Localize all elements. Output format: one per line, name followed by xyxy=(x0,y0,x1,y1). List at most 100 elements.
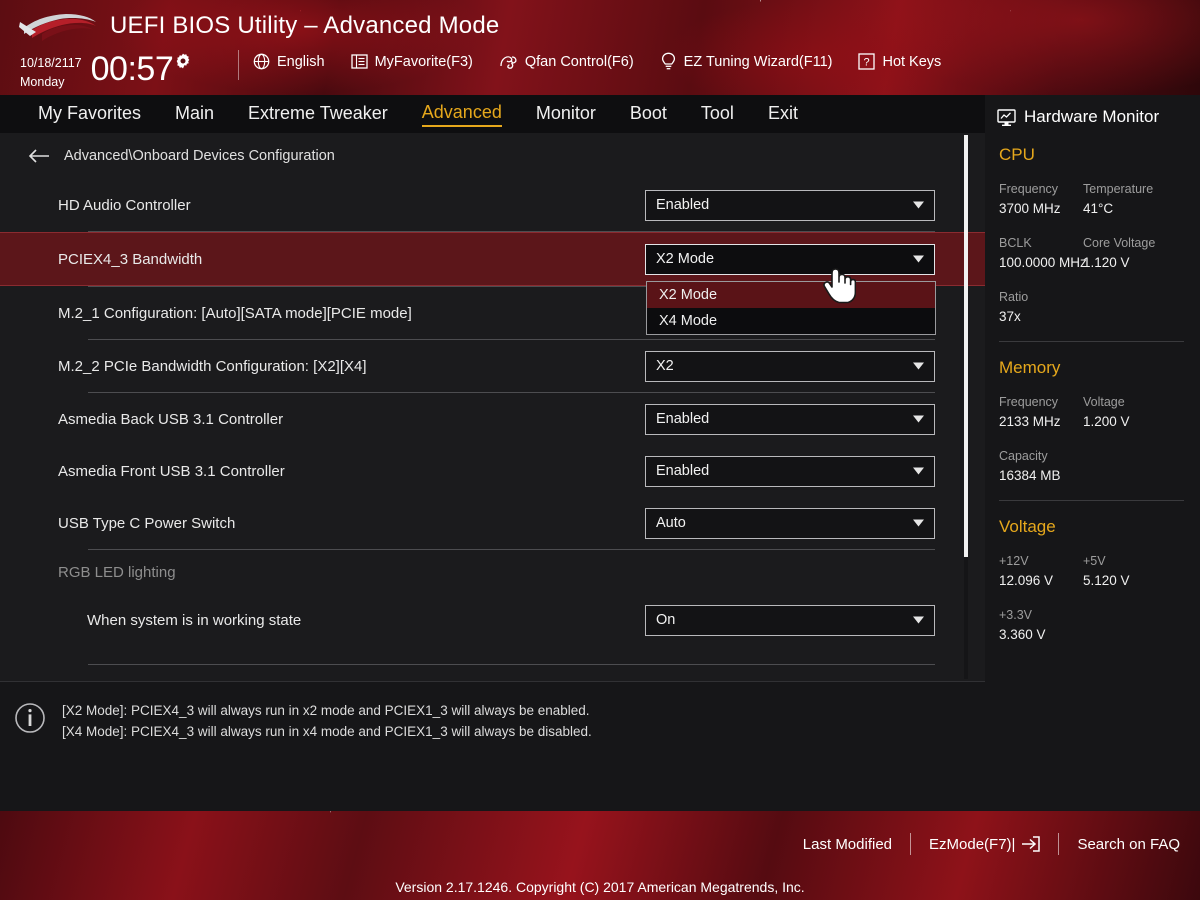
cpu-bclk-value: 100.0000 MHz xyxy=(999,255,1087,270)
tool-eztuning-label: EZ Tuning Wizard(F11) xyxy=(683,53,833,70)
cpu-ratio-label: Ratio xyxy=(999,290,1029,304)
memory-voltage-value: 1.200 V xyxy=(1083,414,1130,429)
tab-my-favorites[interactable]: My Favorites xyxy=(38,103,141,126)
hardware-monitor-panel: Hardware Monitor CPU Frequency 3700 MHz … xyxy=(985,95,1200,811)
last-modified-button[interactable]: Last Modified xyxy=(803,836,892,853)
m2-2-pcie-bandwidth-value: X2 xyxy=(656,358,674,374)
pciex4-3-bandwidth-value: X2 Mode xyxy=(656,251,715,267)
tool-hot-keys[interactable]: ? Hot Keys xyxy=(858,53,941,70)
bios-screen: UEFI BIOS Utility – Advanced Mode 10/18/… xyxy=(0,0,1200,900)
chevron-down-icon xyxy=(913,519,924,527)
pciex4-3-bandwidth-dropdown[interactable]: X2 Mode xyxy=(645,243,935,275)
tab-extreme-tweaker[interactable]: Extreme Tweaker xyxy=(248,103,388,126)
setting-row-asmedia-back-usb: Asmedia Back USB 3.1 Controller Enabled xyxy=(0,393,985,445)
last-modified-label: Last Modified xyxy=(802,835,893,853)
hw-section-voltage-title: Voltage xyxy=(999,517,1056,536)
main-menu-bar: My Favorites Main Extreme Tweaker Advanc… xyxy=(0,95,985,133)
dropdown-option-x2-mode[interactable]: X2 Mode xyxy=(647,282,935,308)
tab-monitor[interactable]: Monitor xyxy=(536,103,596,126)
footer-bar: Last Modified EzMode(F7)| Search on FAQ … xyxy=(0,811,1200,900)
hd-audio-controller-value: Enabled xyxy=(656,197,710,213)
setting-row-hd-audio-controller: HD Audio Controller Enabled xyxy=(0,179,985,231)
cpu-core-voltage-value: 1.120 V xyxy=(1083,255,1130,270)
asmedia-back-usb-value: Enabled xyxy=(656,411,710,427)
setting-row-usb-type-c-power-switch: USB Type C Power Switch Auto xyxy=(0,497,985,549)
voltage-33v-value: 3.360 V xyxy=(999,627,1046,642)
help-text-block: [X2 Mode]: PCIEX4_3 will always run in x… xyxy=(62,700,592,811)
header-bar: UEFI BIOS Utility – Advanced Mode 10/18/… xyxy=(0,0,1200,95)
tool-myfavorite-label: MyFavorite(F3) xyxy=(374,53,473,70)
search-on-faq-button[interactable]: Search on FAQ xyxy=(1077,836,1180,853)
tool-ez-tuning-wizard[interactable]: EZ Tuning Wizard(F11) xyxy=(660,52,833,71)
working-state-dropdown[interactable]: On xyxy=(645,604,935,636)
cpu-temperature-value: 41°C xyxy=(1083,201,1114,216)
version-text: Version 2.17.1246. Copyright (C) 2017 Am… xyxy=(395,879,805,895)
tab-main[interactable]: Main xyxy=(175,103,214,126)
setting-label: Asmedia Front USB 3.1 Controller xyxy=(58,462,285,480)
chevron-down-icon xyxy=(913,415,924,423)
back-arrow-icon[interactable] xyxy=(28,148,50,164)
bulb-icon xyxy=(661,52,675,70)
hd-audio-controller-dropdown[interactable]: Enabled xyxy=(645,189,935,221)
footer-divider xyxy=(1058,833,1060,855)
footer-divider xyxy=(910,833,912,855)
hw-divider xyxy=(999,500,1184,501)
myfavorite-icon xyxy=(350,54,368,69)
hw-section-voltage: Voltage +12V 12.096 V +5V 5.120 V +3.3V … xyxy=(985,517,1200,645)
hw-section-cpu: CPU Frequency 3700 MHz Temperature 41°C … xyxy=(985,145,1200,342)
weekday-text: Monday xyxy=(20,75,65,89)
setting-label: When system is in working state xyxy=(87,611,302,629)
tool-myfavorite[interactable]: MyFavorite(F3) xyxy=(350,53,473,70)
hw-section-memory: Memory Frequency 2133 MHz Voltage 1.200 … xyxy=(985,358,1200,501)
scrollbar-thumb[interactable] xyxy=(964,135,968,557)
cpu-frequency-label: Frequency xyxy=(999,182,1059,196)
voltage-33v-label: +3.3V xyxy=(999,608,1033,622)
clock-text: 00:57 xyxy=(90,50,174,88)
chevron-down-icon xyxy=(913,362,924,370)
tab-tool[interactable]: Tool xyxy=(701,103,734,126)
setting-label: USB Type C Power Switch xyxy=(58,514,236,532)
monitor-chart-icon xyxy=(997,108,1016,126)
setting-label: Asmedia Back USB 3.1 Controller xyxy=(58,410,284,428)
usb-type-c-power-switch-dropdown[interactable]: Auto xyxy=(645,507,935,539)
voltage-5v-label: +5V xyxy=(1083,554,1106,568)
datetime-display: 10/18/2117 Monday 00:57 xyxy=(20,52,191,90)
asmedia-back-usb-dropdown[interactable]: Enabled xyxy=(645,403,935,435)
setting-label: M.2_2 PCIe Bandwidth Configuration: [X2]… xyxy=(58,357,367,375)
memory-frequency-value: 2133 MHz xyxy=(999,414,1061,429)
memory-capacity-label: Capacity xyxy=(999,449,1048,463)
setting-row-pciex4-3-bandwidth: PCIEX4_3 Bandwidth X2 Mode xyxy=(0,232,985,286)
m2-2-pcie-bandwidth-dropdown[interactable]: X2 xyxy=(645,350,935,382)
tab-boot[interactable]: Boot xyxy=(630,103,667,126)
ezmode-button[interactable]: EzMode(F7)| xyxy=(929,836,1041,853)
settings-rows: HD Audio Controller Enabled PCIEX4_3 Ban… xyxy=(0,179,985,665)
tab-advanced[interactable]: Advanced xyxy=(421,102,502,127)
hw-section-cpu-title: CPU xyxy=(999,145,1035,164)
breadcrumb-path: Advanced\Onboard Devices Configuration xyxy=(64,148,335,164)
page-title: UEFI BIOS Utility – Advanced Mode xyxy=(110,12,500,39)
cpu-frequency-value: 3700 MHz xyxy=(999,201,1061,216)
help-line-x2: [X2 Mode]: PCIEX4_3 will always run in x… xyxy=(62,703,590,718)
search-on-faq-label: Search on FAQ xyxy=(1077,835,1180,853)
help-bar: [X2 Mode]: PCIEX4_3 will always run in x… xyxy=(0,681,985,811)
tool-qfan-label: Qfan Control(F6) xyxy=(524,53,634,70)
tab-exit[interactable]: Exit xyxy=(768,103,798,126)
tool-language-label: English xyxy=(277,53,325,70)
hardware-monitor-title-label: Hardware Monitor xyxy=(1024,107,1160,126)
setting-row-m2-2-pcie-bandwidth: M.2_2 PCIe Bandwidth Configuration: [X2]… xyxy=(0,340,985,392)
question-box-icon: ? xyxy=(858,53,876,70)
hw-section-memory-title: Memory xyxy=(999,358,1061,377)
tool-language[interactable]: English xyxy=(253,53,325,70)
memory-voltage-label: Voltage xyxy=(1083,395,1125,409)
dropdown-option-x4-mode[interactable]: X4 Mode xyxy=(647,308,935,334)
gear-icon[interactable] xyxy=(175,53,191,69)
settings-panel: Advanced\Onboard Devices Configuration H… xyxy=(0,133,985,681)
header-tools: English MyFavorite(F3) Qfan Control(F6) … xyxy=(253,52,941,71)
asmedia-front-usb-dropdown[interactable]: Enabled xyxy=(645,455,935,487)
tool-qfan-control[interactable]: Qfan Control(F6) xyxy=(499,53,634,70)
date-text: 10/18/2117 xyxy=(20,56,82,70)
hw-divider xyxy=(999,341,1184,342)
setting-label: PCIEX4_3 Bandwidth xyxy=(58,250,203,268)
svg-text:?: ? xyxy=(864,56,870,68)
tool-hotkeys-label: Hot Keys xyxy=(882,53,942,70)
